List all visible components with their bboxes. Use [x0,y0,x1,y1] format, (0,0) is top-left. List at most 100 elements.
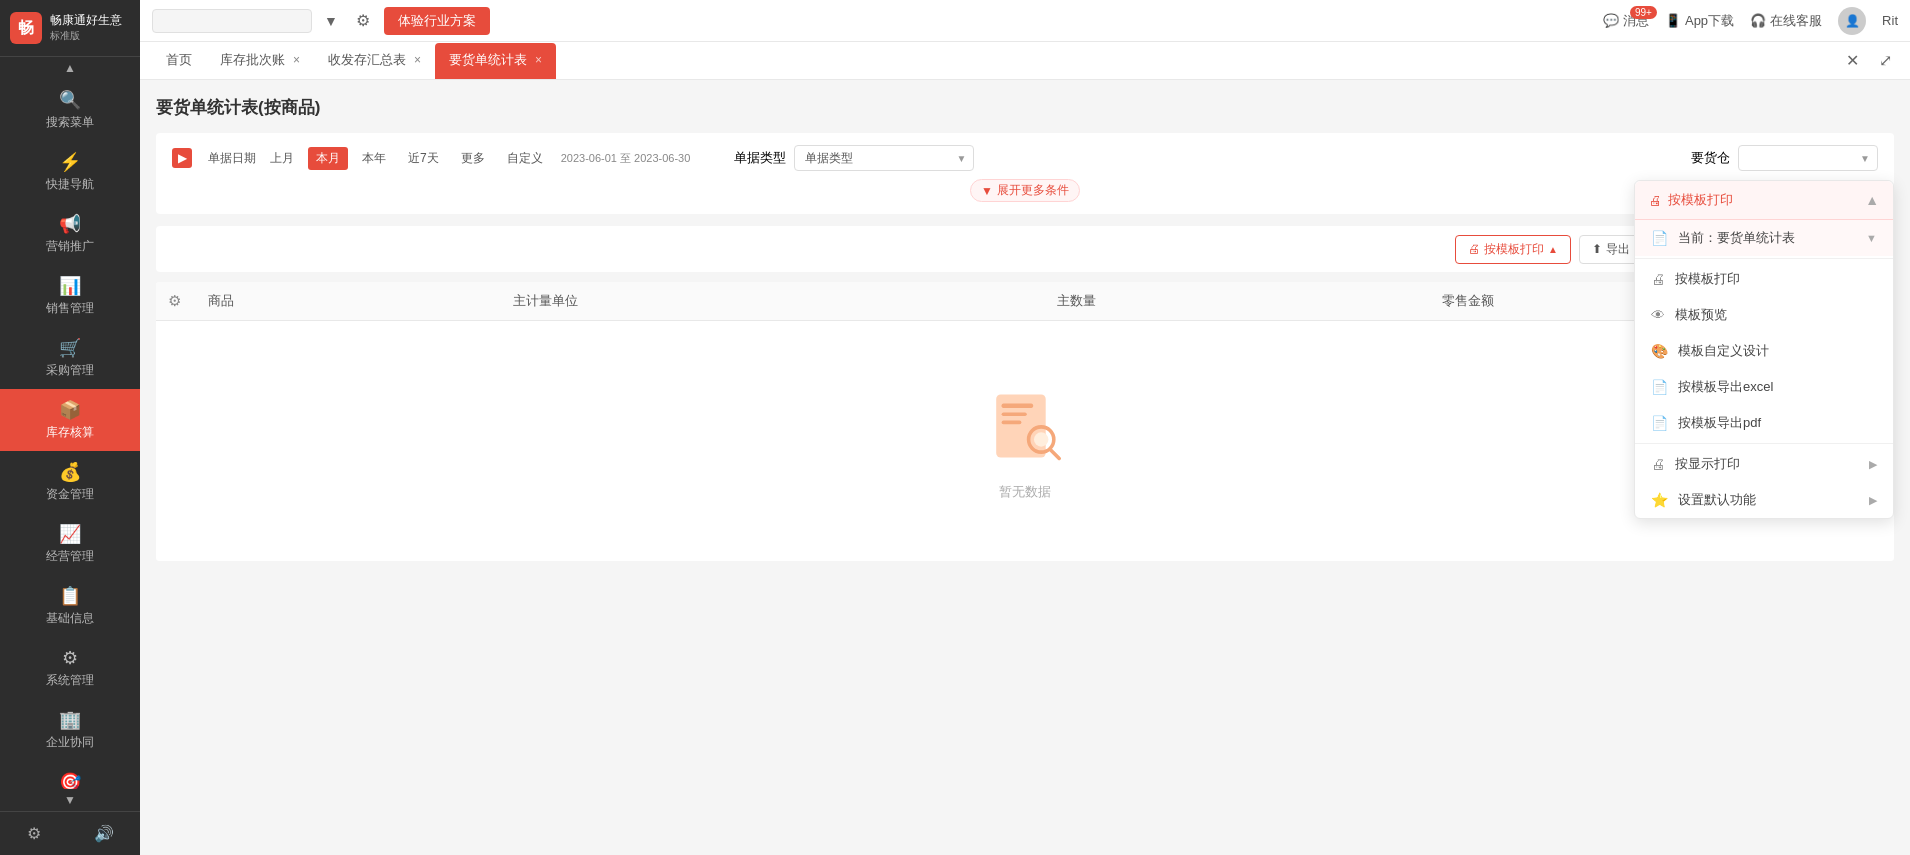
page-title: 要货单统计表(按商品) [156,96,1894,119]
app-logo: 畅 畅康通好生意 标准版 [0,0,140,57]
sidebar-settings-btn[interactable]: ⚙ [19,820,49,847]
dropdown-item-template-preview[interactable]: 👁 模板预览 [1635,297,1893,333]
sidebar-label-search: 搜索菜单 [46,114,94,131]
notification-btn[interactable]: 💬 消息 99+ [1603,12,1649,30]
set-default-label: 设置默认功能 [1678,491,1756,509]
dropdown-close-btn[interactable]: ▲ [1865,192,1879,208]
sidebar-label-operations: 经营管理 [46,548,94,565]
sidebar-item-quick-nav[interactable]: ⚡ 快捷导航 [0,141,140,203]
template-doc-icon: 📄 [1651,230,1668,246]
tab-receipt-summary-close[interactable]: × [414,53,421,67]
print-dropdown-arrow: ▲ [1548,244,1558,255]
warehouse-label: 要货仓 [1691,149,1730,167]
template-arrow-icon: ▼ [1866,232,1877,244]
sidebar-item-marketing[interactable]: 📢 营销推广 [0,203,140,265]
trial-btn[interactable]: 体验行业方案 [384,7,490,35]
sidebar-item-inventory[interactable]: 📦 库存核算 [0,389,140,451]
type-select-wrapper: 单据类型 ▼ [794,145,974,171]
date-btn-custom[interactable]: 自定义 [499,147,551,170]
beginner-icon: 🎯 [59,771,81,789]
type-filter-label: 单据类型 [734,149,786,167]
sidebar-label-basic-info: 基础信息 [46,610,94,627]
sidebar-item-system[interactable]: ⚙ 系统管理 [0,637,140,699]
dropdown-header: 🖨 按模板打印 ▲ [1635,181,1893,220]
system-icon: ⚙ [62,647,78,669]
filter-expand-icon[interactable]: ▶ [172,148,192,168]
dropdown-item-template-excel[interactable]: 📄 按模板导出excel [1635,369,1893,405]
print-icon: 🖨 [1468,242,1480,256]
date-btn-more[interactable]: 更多 [453,147,493,170]
sidebar-item-enterprise[interactable]: 🏢 企业协同 [0,699,140,761]
topbar-dropdown-btn[interactable]: ▼ [320,11,342,31]
dropdown-item-set-default[interactable]: ⭐ 设置默认功能 ▶ [1635,482,1893,518]
export-label: 导出 [1606,241,1630,258]
app-download-btn[interactable]: 📱 App下载 [1665,12,1734,30]
dropdown-item-template-design[interactable]: 🎨 模板自定义设计 [1635,333,1893,369]
sidebar-scroll-up[interactable]: ▲ [0,57,140,79]
main-area: ▼ ⚙ 体验行业方案 💬 消息 99+ 📱 App下载 🎧 在线客服 👤 Rit [140,0,1910,855]
type-select[interactable]: 单据类型 [794,145,974,171]
topbar-gear-btn[interactable]: ⚙ [350,9,376,32]
tab-expand-btn[interactable]: ⤢ [1873,49,1898,72]
sidebar-scroll-down[interactable]: ▼ [0,789,140,811]
tabs-right-controls: ✕ ⤢ [1840,49,1898,72]
purchase-icon: 🛒 [59,337,81,359]
notification-icon: 💬 [1603,13,1619,28]
sidebar-nav: 🔍 搜索菜单 ⚡ 快捷导航 📢 营销推广 📊 销售管理 🛒 采购管理 📦 库存核… [0,79,140,789]
column-settings-icon[interactable]: ⚙ [168,292,181,309]
display-print-arrow-icon: ▶ [1869,458,1877,471]
expand-conditions-btn[interactable]: ▼ 展开更多条件 [970,179,1080,202]
sidebar-item-sales[interactable]: 📊 销售管理 [0,265,140,327]
print-btn[interactable]: 🖨 按模板打印 ▲ [1455,235,1571,264]
sidebar-item-finance[interactable]: 💰 资金管理 [0,451,140,513]
sidebar-sound-btn[interactable]: 🔊 [86,820,122,847]
sidebar-item-operations[interactable]: 📈 经营管理 [0,513,140,575]
avatar-img: 👤 [1838,7,1866,35]
sales-icon: 📊 [59,275,81,297]
sidebar-item-purchase[interactable]: 🛒 采购管理 [0,327,140,389]
tab-home[interactable]: 首页 [152,43,206,79]
warehouse-filter-group: 要货仓 ▼ [1691,145,1878,171]
online-service-btn[interactable]: 🎧 在线客服 [1750,12,1822,30]
date-range-text: 2023-06-01 至 2023-06-30 [561,151,691,166]
date-btn-this-month[interactable]: 本月 [308,147,348,170]
dropdown-item-template-pdf[interactable]: 📄 按模板导出pdf [1635,405,1893,441]
sidebar-item-beginner[interactable]: 🎯 新手引导 [0,761,140,789]
empty-text: 暂无数据 [999,483,1051,501]
sidebar-item-basic-info[interactable]: 📋 基础信息 [0,575,140,637]
dropdown-item-template-print[interactable]: 🖨 按模板打印 [1635,261,1893,297]
app-version: 标准版 [50,29,122,43]
tab-order-stats-close[interactable]: × [535,53,542,67]
tab-close-all-btn[interactable]: ✕ [1840,49,1865,72]
expand-icon: ▼ [981,184,993,198]
sidebar-item-search[interactable]: 🔍 搜索菜单 [0,79,140,141]
sidebar-bottom: ⚙ 🔊 [0,811,140,855]
username-display[interactable]: Rit [1882,13,1898,28]
date-btn-this-year[interactable]: 本年 [354,147,394,170]
col-product: 商品 [196,282,501,321]
sidebar-label-sales: 销售管理 [46,300,94,317]
template-excel-label: 按模板导出excel [1678,378,1773,396]
dropdown-item-display-print[interactable]: 🖨 按显示打印 ▶ [1635,446,1893,482]
dropdown-current-template[interactable]: 📄 当前：要货单统计表 ▼ [1635,220,1893,256]
template-design-label: 模板自定义设计 [1678,342,1769,360]
online-service-label: 在线客服 [1770,12,1822,30]
user-avatar[interactable]: 👤 [1838,7,1866,35]
tab-receipt-summary[interactable]: 收发存汇总表 × [314,43,435,79]
topbar-right: 💬 消息 99+ 📱 App下载 🎧 在线客服 👤 Rit [1603,7,1898,35]
sidebar-label-system: 系统管理 [46,672,94,689]
topbar-search-input[interactable] [152,9,312,33]
finance-icon: 💰 [59,461,81,483]
warehouse-select[interactable] [1738,145,1878,171]
template-pdf-label: 按模板导出pdf [1678,414,1761,432]
tab-order-stats[interactable]: 要货单统计表 × [435,43,556,79]
template-print-label: 按模板打印 [1675,270,1740,288]
template-design-icon: 🎨 [1651,343,1668,359]
tab-inventory-batch[interactable]: 库存批次账 × [206,43,314,79]
print-label: 按模板打印 [1484,241,1544,258]
search-icon: 🔍 [59,89,81,111]
date-btn-last-month[interactable]: 上月 [262,147,302,170]
date-btn-7days[interactable]: 近7天 [400,147,447,170]
tab-inventory-batch-close[interactable]: × [293,53,300,67]
tab-order-stats-label: 要货单统计表 [449,51,527,69]
